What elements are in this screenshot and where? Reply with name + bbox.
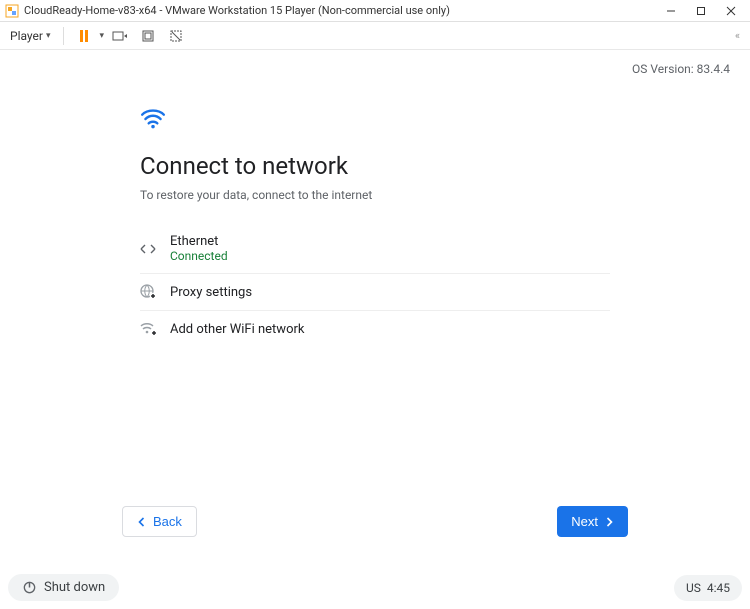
chevron-down-icon[interactable]: ▾ — [100, 31, 105, 41]
vmware-app-icon — [4, 3, 20, 19]
fullscreen-button[interactable] — [136, 25, 160, 47]
maximize-button[interactable] — [686, 1, 716, 21]
wifi-plus-icon — [140, 321, 170, 337]
clock: 4:45 — [707, 581, 730, 595]
network-list: Ethernet Connected Proxy settings Add ot… — [140, 224, 610, 347]
os-version-label: OS Version: 83.4.4 — [632, 62, 730, 76]
page-title: Connect to network — [140, 152, 610, 180]
next-button[interactable]: Next — [557, 506, 628, 537]
network-item-proxy[interactable]: Proxy settings — [140, 274, 610, 311]
player-toolbar: Player ▾ ▾ « — [0, 22, 750, 50]
guest-screen: OS Version: 83.4.4 Connect to network To… — [0, 50, 750, 609]
minimize-button[interactable] — [656, 1, 686, 21]
network-item-label: Proxy settings — [170, 285, 252, 300]
chevron-down-icon: ▾ — [46, 31, 51, 41]
status-tray[interactable]: US 4:45 — [674, 575, 742, 601]
pause-vm-button[interactable] — [72, 25, 96, 47]
network-item-ethernet[interactable]: Ethernet Connected — [140, 224, 610, 274]
keyboard-indicator: US — [686, 581, 701, 595]
back-button-label: Back — [153, 514, 182, 529]
page-subtitle: To restore your data, connect to the int… — [140, 188, 610, 202]
toolbar-separator — [63, 27, 64, 45]
network-item-add-wifi[interactable]: Add other WiFi network — [140, 311, 610, 347]
pause-icon — [80, 30, 88, 42]
shutdown-button[interactable]: Shut down — [8, 574, 119, 601]
network-item-label: Add other WiFi network — [170, 322, 305, 337]
window-titlebar: CloudReady-Home-v83-x64 - VMware Worksta… — [0, 0, 750, 22]
network-item-status: Connected — [170, 249, 228, 263]
shutdown-label: Shut down — [44, 580, 105, 595]
footer-nav: Back Next — [122, 506, 628, 537]
player-menu-label: Player — [10, 29, 43, 43]
player-menu[interactable]: Player ▾ — [6, 27, 55, 45]
network-setup-panel: Connect to network To restore your data,… — [140, 108, 610, 347]
back-button[interactable]: Back — [122, 506, 197, 537]
close-button[interactable] — [716, 1, 746, 21]
globe-plus-icon — [140, 284, 170, 300]
next-button-label: Next — [571, 514, 598, 529]
shelf: Shut down US 4:45 — [8, 574, 742, 601]
wifi-hero-icon — [140, 108, 610, 130]
toolbar-collapse-icon[interactable]: « — [735, 29, 744, 42]
unity-mode-button[interactable] — [164, 25, 188, 47]
chevron-right-icon — [604, 517, 614, 527]
window-title: CloudReady-Home-v83-x64 - VMware Worksta… — [24, 4, 656, 17]
chevron-left-icon — [137, 517, 147, 527]
power-icon — [22, 580, 37, 595]
send-ctrl-alt-del-button[interactable] — [108, 25, 132, 47]
window-controls — [656, 1, 746, 21]
ethernet-icon — [140, 243, 170, 255]
network-item-label: Ethernet — [170, 234, 228, 249]
